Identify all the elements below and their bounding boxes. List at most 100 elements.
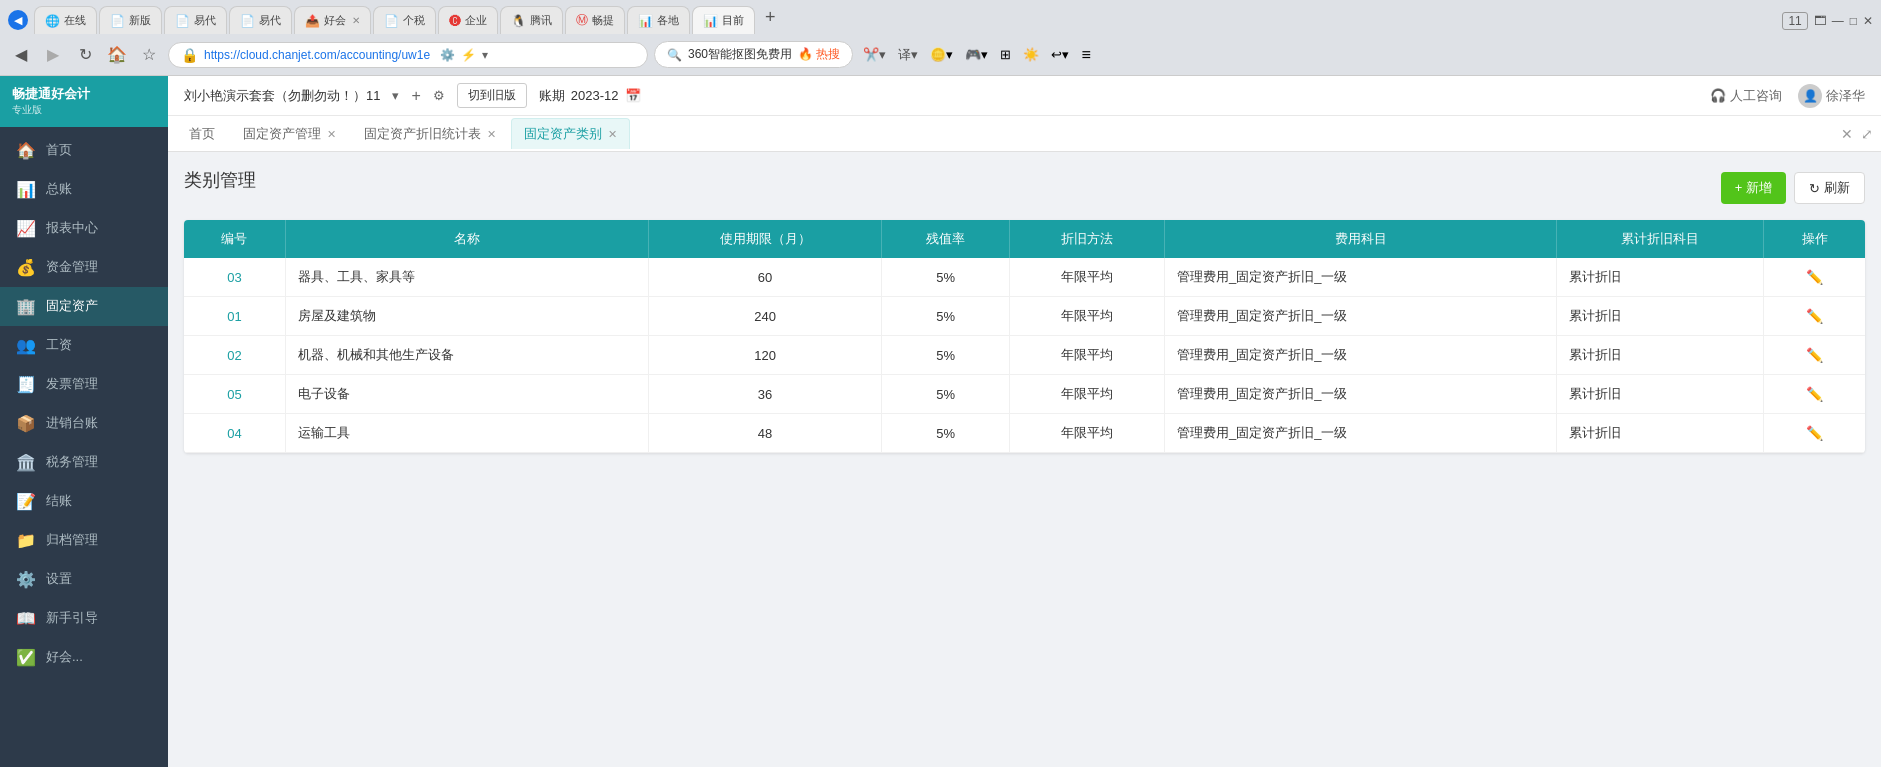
cell-action-4[interactable]: ✏️: [1764, 414, 1865, 453]
sidebar-item-tax[interactable]: 🏛️ 税务管理: [0, 443, 168, 482]
page-tab-home[interactable]: 首页: [176, 118, 228, 149]
company-dropdown-icon[interactable]: ▾: [392, 88, 399, 103]
translate-icon[interactable]: 译▾: [894, 44, 922, 66]
consult-button[interactable]: 🎧 人工咨询: [1710, 87, 1782, 105]
new-tab-button[interactable]: +: [757, 7, 784, 28]
page-tab-fixed-assets-mgmt[interactable]: 固定资产管理 ✕: [230, 118, 349, 149]
hot-search-label: 🔥 热搜: [798, 46, 840, 63]
sidebar-item-guide[interactable]: 📖 新手引导: [0, 599, 168, 638]
browser-tab-easy2[interactable]: 📄 易代: [229, 6, 292, 34]
tab-label-enterprise: 企业: [465, 13, 487, 28]
tab-close-hao[interactable]: ✕: [352, 15, 360, 26]
search-box[interactable]: 🔍 360智能抠图免费用 🔥 热搜: [654, 41, 853, 68]
cell-months-3: 36: [649, 375, 882, 414]
refresh-button[interactable]: ↻ 刷新: [1794, 172, 1865, 204]
sidebar-item-home[interactable]: 🏠 首页: [0, 131, 168, 170]
cell-action-0[interactable]: ✏️: [1764, 258, 1865, 297]
forward-button[interactable]: ▶: [40, 42, 66, 68]
brightness-icon[interactable]: ☀️: [1019, 45, 1043, 64]
edit-icon-1[interactable]: ✏️: [1806, 308, 1823, 324]
cell-name-3: 电子设备: [285, 375, 648, 414]
content-area: 类别管理 + 新增 ↻ 刷新 编号 名称 使用期限（月） 残值率: [168, 152, 1881, 767]
edit-icon-4[interactable]: ✏️: [1806, 425, 1823, 441]
sidebar-logo-title: 畅捷通好会计: [12, 86, 90, 103]
cut-icon[interactable]: ✂️▾: [859, 45, 890, 64]
sidebar-item-invoice[interactable]: 🧾 发票管理: [0, 365, 168, 404]
back-button[interactable]: ◀: [8, 42, 34, 68]
home-button[interactable]: 🏠: [104, 42, 130, 68]
sidebar-item-fixed-assets[interactable]: 🏢 固定资产: [0, 287, 168, 326]
settings-gear-icon[interactable]: ⚙: [433, 88, 445, 103]
sidebar-item-funds[interactable]: 💰 资金管理: [0, 248, 168, 287]
cell-method-3: 年限平均: [1010, 375, 1165, 414]
tab-icon-gedi: 📊: [638, 14, 653, 28]
game-icon[interactable]: 🎮▾: [961, 45, 992, 64]
edit-icon-2[interactable]: ✏️: [1806, 347, 1823, 363]
browser-tab-easy1[interactable]: 📄 易代: [164, 6, 227, 34]
add-company-icon[interactable]: +: [411, 87, 420, 105]
edit-icon-0[interactable]: ✏️: [1806, 269, 1823, 285]
sidebar-nav: 🏠 首页 📊 总账 📈 报表中心 💰 资金管理 🏢 固定资产 👥 工资: [0, 127, 168, 767]
restore-window-icon[interactable]: 🗔: [1814, 14, 1826, 28]
cell-action-3[interactable]: ✏️: [1764, 375, 1865, 414]
cell-accum-2: 累计折旧: [1557, 336, 1764, 375]
reload-button[interactable]: ↻: [72, 42, 98, 68]
cell-rate-4: 5%: [881, 414, 1009, 453]
browser-tab-online[interactable]: 🌐 在线: [34, 6, 97, 34]
close-window-icon[interactable]: ✕: [1863, 14, 1873, 28]
cell-accum-0: 累计折旧: [1557, 258, 1764, 297]
browser-tab-enterprise[interactable]: 🅒 企业: [438, 6, 498, 34]
browser-tab-new[interactable]: 📄 新版: [99, 6, 162, 34]
browser-tab-hao[interactable]: 📤 好会 ✕: [294, 6, 371, 34]
add-category-button[interactable]: + 新增: [1721, 172, 1786, 204]
page-tab-close-dep-table[interactable]: ✕: [487, 128, 496, 141]
maximize-panel-icon[interactable]: ⤢: [1861, 126, 1873, 142]
calendar-icon[interactable]: 📅: [625, 88, 641, 103]
cell-expense-0: 管理费用_固定资产折旧_一级: [1164, 258, 1556, 297]
grid-icon[interactable]: ⊞: [996, 45, 1015, 64]
browser-tab-muqian[interactable]: 📊 目前: [692, 6, 755, 34]
secure-icon: 🔒: [181, 47, 198, 63]
page-tab-category[interactable]: 固定资产类别 ✕: [511, 118, 630, 149]
browser-tab-gedi[interactable]: 📊 各地: [627, 6, 690, 34]
cell-name-4: 运输工具: [285, 414, 648, 453]
cell-method-4: 年限平均: [1010, 414, 1165, 453]
archive-icon: 📁: [16, 531, 36, 550]
sidebar-item-label-settings: 设置: [46, 570, 72, 588]
cell-action-2[interactable]: ✏️: [1764, 336, 1865, 375]
page-tab-close-fa-mgmt[interactable]: ✕: [327, 128, 336, 141]
user-info[interactable]: 👤 徐泽华: [1798, 84, 1865, 108]
undo-icon[interactable]: ↩▾: [1047, 45, 1073, 64]
address-bookmark-icon: ⚡: [461, 48, 476, 62]
sidebar-item-payroll[interactable]: 👥 工资: [0, 326, 168, 365]
sidebar-item-settings[interactable]: ⚙️ 设置: [0, 560, 168, 599]
switch-version-button[interactable]: 切到旧版: [457, 83, 527, 108]
sidebar-item-ledger[interactable]: 📊 总账: [0, 170, 168, 209]
sidebar-item-label-reports: 报表中心: [46, 219, 98, 237]
browser-logo-icon: ◀: [8, 10, 28, 30]
page-tab-close-category[interactable]: ✕: [608, 128, 617, 141]
sidebar-item-inventory[interactable]: 📦 进销台账: [0, 404, 168, 443]
browser-tab-tax[interactable]: 📄 个税: [373, 6, 436, 34]
browser-tab-tencent[interactable]: 🐧 腾讯: [500, 6, 563, 34]
bookmark-button[interactable]: ☆: [136, 42, 162, 68]
page-tab-label-category: 固定资产类别: [524, 125, 602, 143]
tab-icon-enterprise: 🅒: [449, 14, 461, 28]
coin-icon[interactable]: 🪙▾: [926, 45, 957, 64]
cell-action-1[interactable]: ✏️: [1764, 297, 1865, 336]
tab-icon-easy2: 📄: [240, 14, 255, 28]
edit-icon-3[interactable]: ✏️: [1806, 386, 1823, 402]
sidebar-item-closing[interactable]: 📝 结账: [0, 482, 168, 521]
minimize-window-icon[interactable]: —: [1832, 14, 1844, 28]
period-display: 账期 2023-12 📅: [539, 87, 641, 105]
close-panel-icon[interactable]: ✕: [1841, 126, 1853, 142]
address-bar[interactable]: 🔒 https://cloud.chanjet.com/accounting/u…: [168, 42, 648, 68]
sidebar-item-haohui[interactable]: ✅ 好会...: [0, 638, 168, 677]
maximize-window-icon[interactable]: □: [1850, 14, 1857, 28]
browser-tab-changjie[interactable]: Ⓜ 畅提: [565, 6, 625, 34]
sidebar-item-reports[interactable]: 📈 报表中心: [0, 209, 168, 248]
menu-icon[interactable]: ≡: [1077, 44, 1094, 66]
page-tab-depreciation-table[interactable]: 固定资产折旧统计表 ✕: [351, 118, 509, 149]
sidebar-item-archive[interactable]: 📁 归档管理: [0, 521, 168, 560]
cell-months-0: 60: [649, 258, 882, 297]
